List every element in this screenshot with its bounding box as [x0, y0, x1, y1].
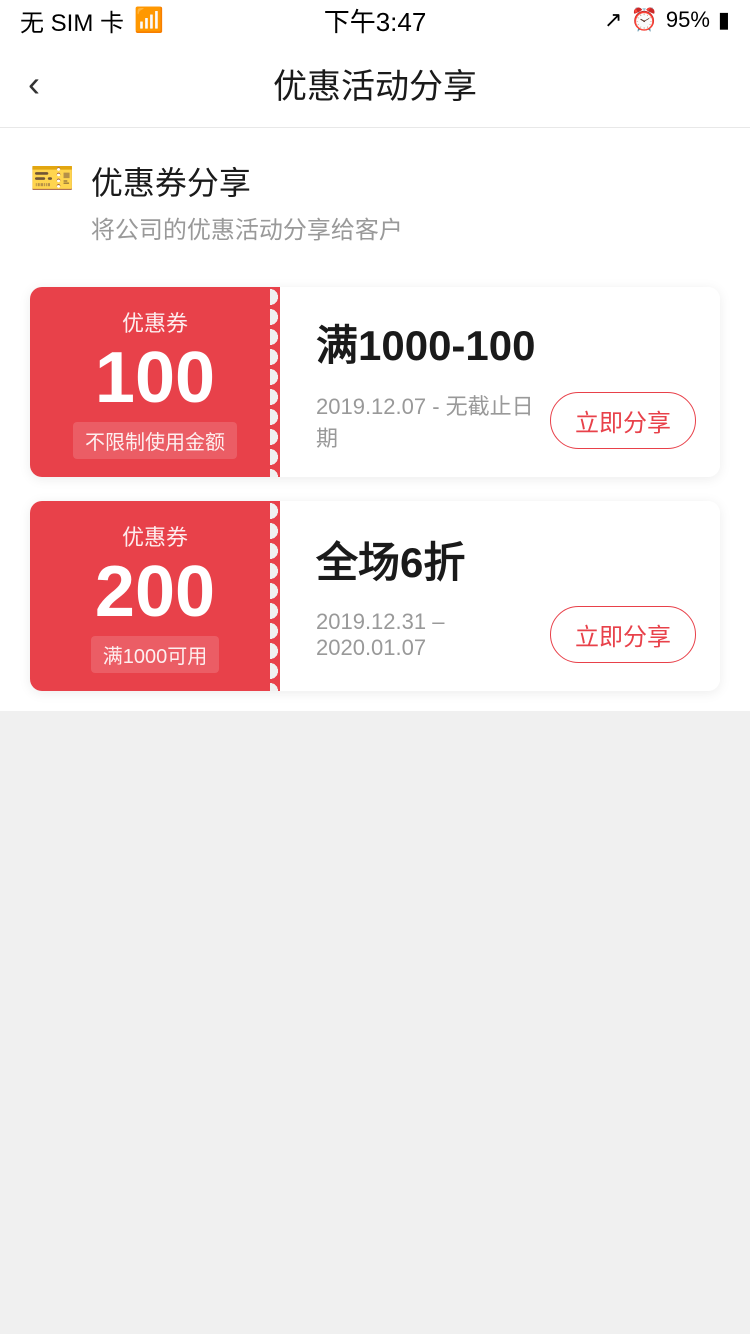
section-desc: 将公司的优惠活动分享给客户: [91, 210, 403, 245]
coupon-amount-0: 100: [95, 342, 215, 414]
coupon-label-0: 优惠券: [122, 306, 188, 338]
coupon-left-0: 优惠券 100 不限制使用金额: [30, 287, 280, 477]
coupon-right-1: 全场6折 2019.12.31 – 2020.01.07 立即分享: [280, 501, 720, 691]
wifi-icon: 📶: [134, 6, 164, 35]
status-right: ↗ ⏰ 95% ▮: [604, 7, 730, 33]
coupon-icon: 🎫: [30, 160, 75, 196]
coupon-name-1: 全场6折: [316, 529, 696, 590]
back-button[interactable]: ‹: [28, 63, 40, 105]
coupon-card: 优惠券 100 不限制使用金额 满1000-100 2019.12.07 - 无…: [30, 287, 720, 477]
battery-percent: 95%: [666, 7, 710, 33]
location-icon: ↗: [604, 7, 622, 33]
coupon-meta-0: 2019.12.07 - 无截止日期 立即分享: [316, 389, 696, 453]
back-icon: ‹: [28, 63, 40, 105]
sim-label: 无 SIM 卡: [20, 3, 124, 38]
coupon-left-1: 优惠券 200 满1000可用: [30, 501, 280, 691]
section-header: 🎫 优惠券分享 将公司的优惠活动分享给客户: [0, 128, 750, 265]
section-title: 优惠券分享: [91, 158, 403, 204]
coupon-date-0: 2019.12.07 - 无截止日期: [316, 389, 550, 453]
coupon-amount-1: 200: [95, 556, 215, 628]
coupon-card: 优惠券 200 满1000可用 全场6折 2019.12.31 – 2020.0…: [30, 501, 720, 691]
coupon-date-1: 2019.12.31 – 2020.01.07: [316, 609, 550, 661]
page-title: 优惠活动分享: [273, 59, 477, 108]
coupon-condition-1: 满1000可用: [91, 636, 220, 673]
alarm-icon: ⏰: [630, 7, 657, 33]
share-button-1[interactable]: 立即分享: [550, 606, 696, 663]
coupon-right-0: 满1000-100 2019.12.07 - 无截止日期 立即分享: [280, 287, 720, 477]
nav-bar: ‹ 优惠活动分享: [0, 40, 750, 128]
section-text: 优惠券分享 将公司的优惠活动分享给客户: [91, 158, 403, 245]
battery-icon: ▮: [718, 7, 730, 33]
status-time: 下午3:47: [324, 2, 427, 39]
coupon-name-0: 满1000-100: [316, 312, 696, 373]
coupon-list: 优惠券 100 不限制使用金额 满1000-100 2019.12.07 - 无…: [0, 267, 750, 711]
coupon-label-1: 优惠券: [122, 520, 188, 552]
status-bar: 无 SIM 卡 📶 下午3:47 ↗ ⏰ 95% ▮: [0, 0, 750, 40]
status-left: 无 SIM 卡 📶: [20, 3, 164, 38]
coupon-meta-1: 2019.12.31 – 2020.01.07 立即分享: [316, 606, 696, 663]
bottom-area: [0, 727, 750, 1327]
share-button-0[interactable]: 立即分享: [550, 392, 696, 449]
coupon-condition-0: 不限制使用金额: [73, 422, 237, 459]
